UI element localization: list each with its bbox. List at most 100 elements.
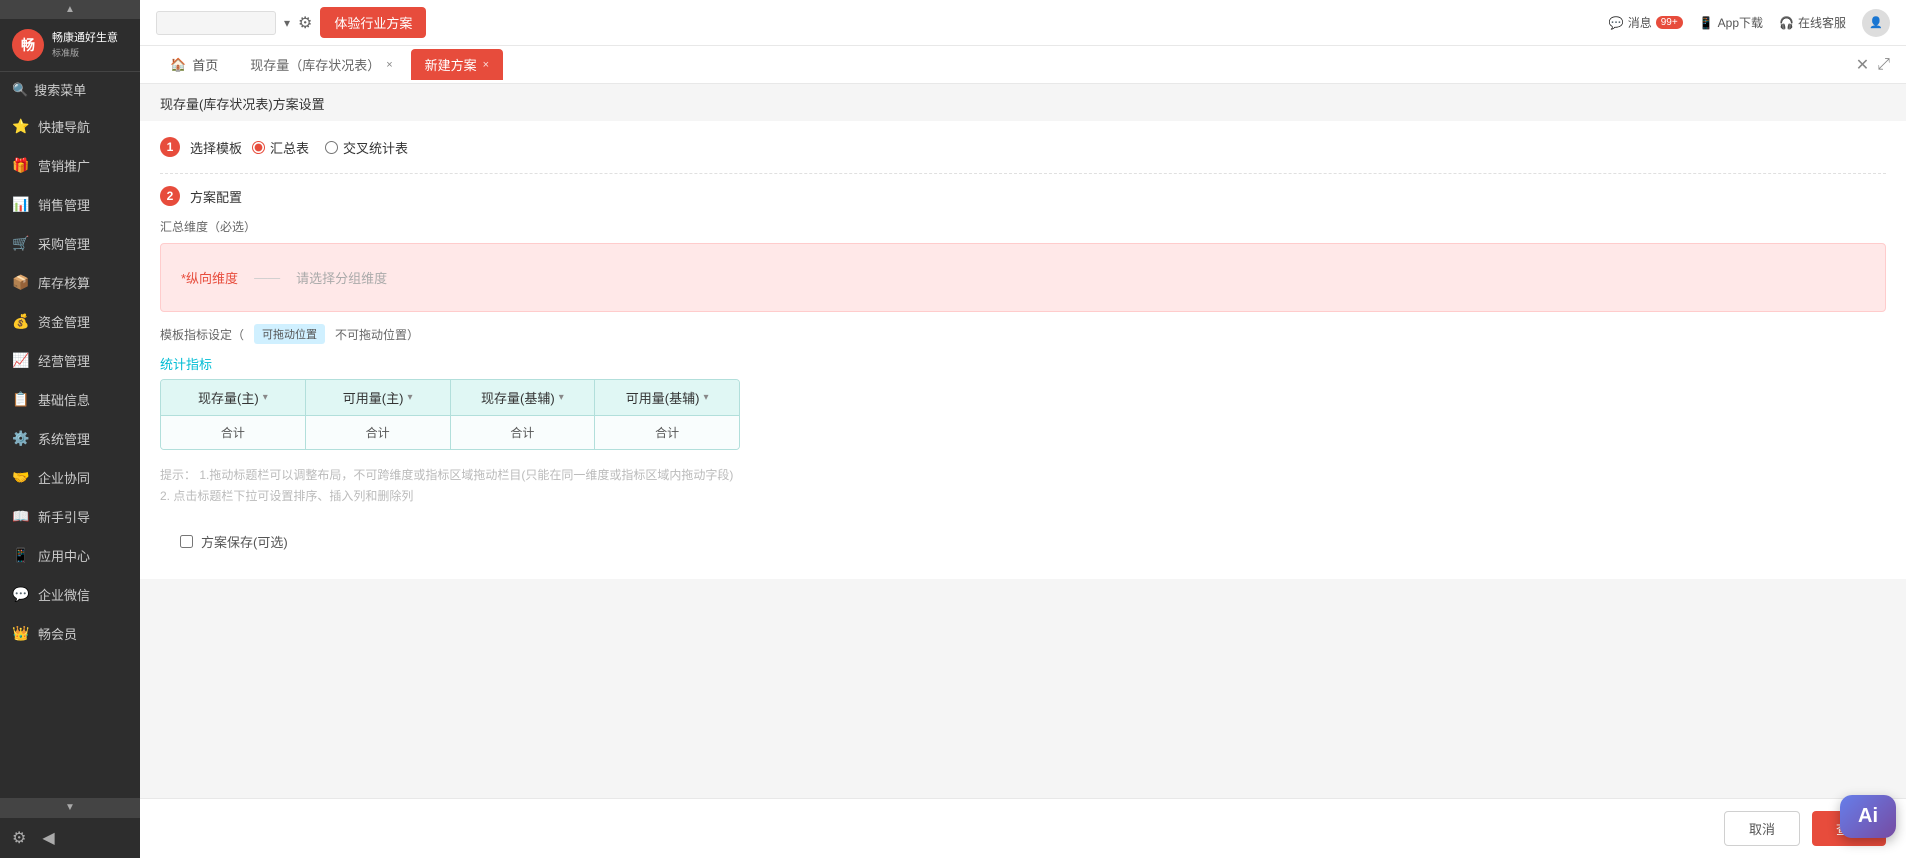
tab-inventory-label: 现存量（库存状况表） bbox=[250, 55, 380, 74]
topbar-search-input[interactable] bbox=[156, 11, 276, 35]
stats-body-cell-0-2: 合计 bbox=[451, 416, 596, 449]
window-close-button[interactable]: ✕ bbox=[1856, 55, 1869, 75]
sidebar-item-new-guide[interactable]: 📖 新手引导 bbox=[0, 497, 140, 536]
collapse-icon[interactable]: ◀ bbox=[42, 828, 54, 848]
radio-cross-label: 交叉统计表 bbox=[343, 138, 408, 157]
ai-float-button[interactable]: Ai bbox=[1840, 795, 1896, 838]
sidebar-item-wechat[interactable]: 💬 企业微信 bbox=[0, 575, 140, 614]
indicator-settings: 模板指标设定（ 可拖动位置 不可拖动位置） bbox=[160, 324, 1886, 344]
tip-2: 2. 点击标题栏下拉可设置排序、插入列和删除列 bbox=[160, 487, 1886, 504]
nav-label: 企业微信 bbox=[38, 585, 90, 604]
stats-col-2[interactable]: 现存量(基辅) ▾ bbox=[451, 380, 596, 415]
avatar: 👤 bbox=[1862, 9, 1890, 37]
sidebar-item-member[interactable]: 👑 畅会员 bbox=[0, 614, 140, 653]
sidebar-scroll-down[interactable]: ▼ bbox=[0, 798, 140, 817]
settings-icon[interactable]: ⚙ bbox=[12, 828, 26, 848]
tab-home-label: 首页 bbox=[192, 55, 218, 74]
tab-new-plan-close[interactable]: × bbox=[483, 59, 489, 71]
stats-body-cell-0-1: 合计 bbox=[306, 416, 451, 449]
stats-table: 现存量(主) ▾ 可用量(主) ▾ 现存量(基辅) ▾ 可用量(基辅) bbox=[160, 379, 740, 450]
save-checkbox[interactable] bbox=[180, 535, 193, 548]
template-radio-group: 汇总表 交叉统计表 bbox=[252, 138, 408, 157]
sidebar-item-sales[interactable]: 📊 销售管理 bbox=[0, 185, 140, 224]
footer-actions: 取消 查询 bbox=[140, 798, 1906, 858]
logo-badge: 标准版 bbox=[52, 46, 118, 59]
nav-label: 基础信息 bbox=[38, 390, 90, 409]
online-service-button[interactable]: 🎧 在线客服 bbox=[1779, 14, 1846, 31]
radio-summary[interactable]: 汇总表 bbox=[252, 138, 309, 157]
step2-section: 2 方案配置 汇总维度（必选） *纵向维度 —— 请选择分组维度 模板指标设定（… bbox=[160, 186, 1886, 504]
tab-inventory-status[interactable]: 现存量（库存状况表） × bbox=[236, 49, 406, 80]
nav-label: 采购管理 bbox=[38, 234, 90, 253]
stats-col-1-label: 可用量(主) bbox=[343, 388, 404, 407]
radio-cross[interactable]: 交叉统计表 bbox=[325, 138, 408, 157]
cancel-button[interactable]: 取消 bbox=[1724, 811, 1800, 846]
sidebar-item-marketing[interactable]: 🎁 营销推广 bbox=[0, 146, 140, 185]
step2-number: 2 bbox=[160, 186, 180, 206]
finance-icon: 💰 bbox=[12, 313, 30, 331]
tab-home[interactable]: 🏠 首页 bbox=[156, 49, 232, 80]
app-download-button[interactable]: 📱 App下载 bbox=[1699, 14, 1763, 31]
step2-header: 2 方案配置 bbox=[160, 186, 1886, 206]
logo-icon: 畅 bbox=[12, 29, 44, 61]
dimension-box[interactable]: *纵向维度 —— 请选择分组维度 bbox=[160, 243, 1886, 312]
topbar-dropdown-button[interactable]: ▾ bbox=[284, 16, 290, 30]
sidebar-item-cooperation[interactable]: 🤝 企业协同 bbox=[0, 458, 140, 497]
radio-cross-input[interactable] bbox=[325, 141, 338, 154]
main-area: ▾ ⚙ 体验行业方案 💬 消息 99+ 📱 App下载 🎧 在线客服 👤 bbox=[140, 0, 1906, 858]
marketing-icon: 🎁 bbox=[12, 157, 30, 175]
sidebar-item-app-center[interactable]: 📱 应用中心 bbox=[0, 536, 140, 575]
nav-label: 畅会员 bbox=[38, 624, 77, 643]
topbar-gear-button[interactable]: ⚙ bbox=[298, 13, 312, 33]
stats-body-row-0: 合计 合计 合计 合计 bbox=[161, 415, 739, 449]
dimension-placeholder: 请选择分组维度 bbox=[296, 268, 387, 287]
stats-label: 统计指标 bbox=[160, 354, 1886, 373]
sidebar-search[interactable]: 🔍 搜索菜单 bbox=[0, 72, 140, 107]
tab-inventory-close[interactable]: × bbox=[386, 59, 392, 71]
sidebar-item-business[interactable]: 📈 经营管理 bbox=[0, 341, 140, 380]
stats-body-cell-0-3: 合计 bbox=[595, 416, 739, 449]
app-label: App下载 bbox=[1718, 14, 1763, 31]
sidebar-item-purchase[interactable]: 🛒 采购管理 bbox=[0, 224, 140, 263]
sidebar-item-finance[interactable]: 💰 资金管理 bbox=[0, 302, 140, 341]
sidebar-nav: ⭐ 快捷导航 🎁 营销推广 📊 销售管理 🛒 采购管理 📦 库存核算 💰 资金管… bbox=[0, 107, 140, 798]
tab-new-plan-label: 新建方案 bbox=[425, 55, 477, 74]
system-icon: ⚙️ bbox=[12, 430, 30, 448]
user-menu[interactable]: 👤 bbox=[1862, 9, 1890, 37]
sidebar-scroll-up[interactable]: ▲ bbox=[0, 0, 140, 19]
stats-body-cell-0-0: 合计 bbox=[161, 416, 306, 449]
sidebar-item-quick-nav[interactable]: ⭐ 快捷导航 bbox=[0, 107, 140, 146]
content-area: 现存量(库存状况表)方案设置 1 选择模板 汇总表 交叉统计表 bbox=[140, 84, 1906, 798]
sidebar-item-inventory[interactable]: 📦 库存核算 bbox=[0, 263, 140, 302]
nav-label: 经营管理 bbox=[38, 351, 90, 370]
nav-label: 营销推广 bbox=[38, 156, 90, 175]
business-icon: 📈 bbox=[12, 352, 30, 370]
step2-title: 方案配置 bbox=[190, 187, 242, 206]
stats-col-3[interactable]: 可用量(基辅) ▾ bbox=[595, 380, 739, 415]
nav-label: 快捷导航 bbox=[38, 117, 90, 136]
dimension-section-label: 汇总维度（必选） bbox=[160, 218, 1886, 235]
chevron-down-icon-0: ▾ bbox=[263, 392, 268, 403]
dimension-dash: —— bbox=[254, 270, 280, 285]
message-button[interactable]: 💬 消息 99+ bbox=[1609, 14, 1683, 31]
phone-icon: 📱 bbox=[1699, 16, 1714, 30]
chevron-down-icon-1: ▾ bbox=[407, 392, 412, 403]
stats-col-0[interactable]: 现存量(主) ▾ bbox=[161, 380, 306, 415]
step1-title: 选择模板 bbox=[190, 138, 242, 157]
step1-header: 1 选择模板 汇总表 交叉统计表 bbox=[160, 137, 1886, 157]
chevron-down-icon-2: ▾ bbox=[559, 392, 564, 403]
window-expand-button[interactable]: ⤢ bbox=[1877, 56, 1890, 74]
topbar-right: 💬 消息 99+ 📱 App下载 🎧 在线客服 👤 bbox=[1609, 9, 1890, 37]
form-panel: 1 选择模板 汇总表 交叉统计表 bbox=[140, 121, 1906, 579]
sidebar-item-system[interactable]: ⚙️ 系统管理 bbox=[0, 419, 140, 458]
save-option-section: 方案保存(可选) bbox=[160, 520, 1886, 563]
industry-solution-button[interactable]: 体验行业方案 bbox=[320, 7, 426, 38]
stats-col-1[interactable]: 可用量(主) ▾ bbox=[306, 380, 451, 415]
topbar-left: ▾ ⚙ 体验行业方案 bbox=[156, 7, 1597, 38]
tab-new-plan[interactable]: 新建方案 × bbox=[411, 49, 503, 80]
sidebar-item-basic-info[interactable]: 📋 基础信息 bbox=[0, 380, 140, 419]
sidebar-logo: 畅 畅康通好生意 标准版 bbox=[0, 19, 140, 72]
message-label: 消息 bbox=[1628, 14, 1652, 31]
radio-summary-input[interactable] bbox=[252, 141, 265, 154]
quick-nav-icon: ⭐ bbox=[12, 118, 30, 136]
